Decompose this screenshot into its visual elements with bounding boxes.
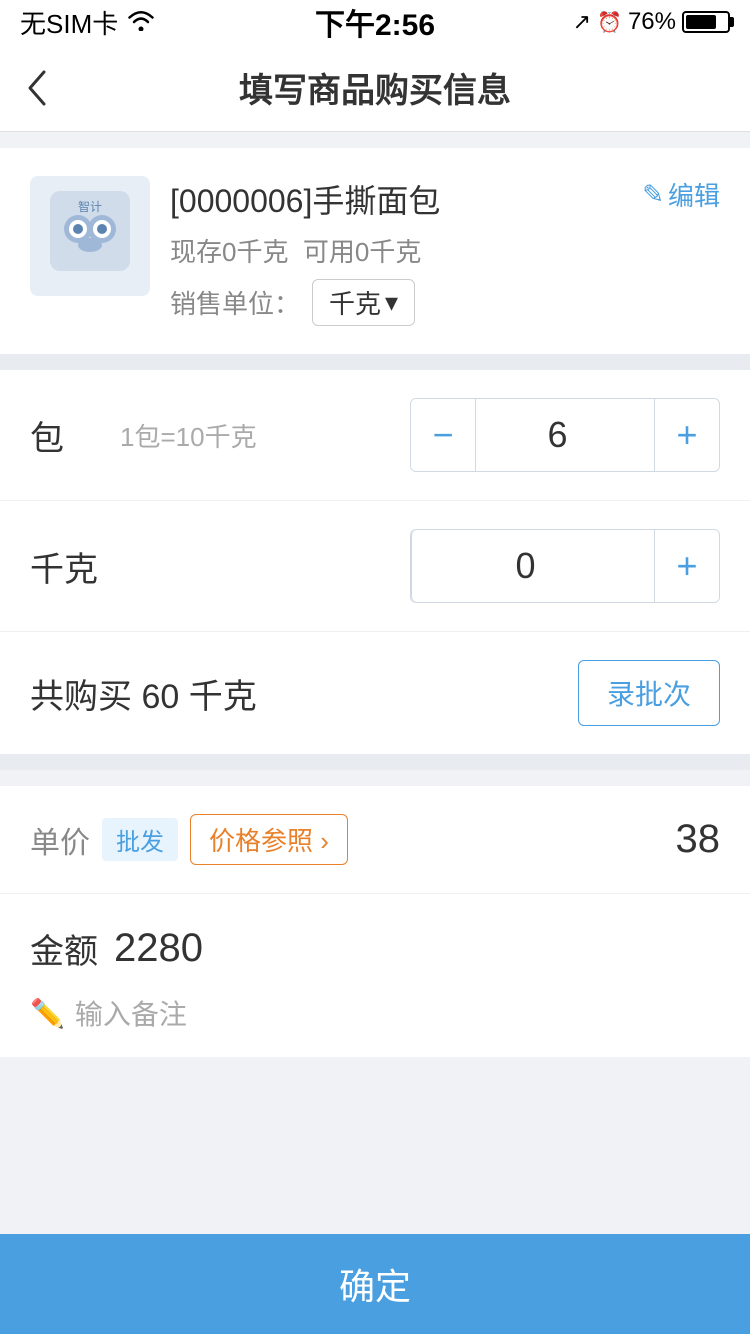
- battery-percent: 76%: [628, 8, 676, 36]
- location-icon: ↗: [573, 9, 591, 35]
- amount-section: 金额 2280 ✏️ 输入备注: [0, 894, 750, 1057]
- status-left: 无SIM卡: [20, 4, 156, 41]
- price-value: 38: [676, 817, 721, 862]
- pack-input[interactable]: [475, 399, 655, 471]
- product-image: 智计: [30, 176, 150, 296]
- confirm-label: 确定: [339, 1258, 411, 1310]
- remark-placeholder: 输入备注: [75, 993, 187, 1033]
- pack-label: 包: [30, 411, 110, 460]
- kg-input-controls: +: [410, 529, 720, 603]
- kg-increment-button[interactable]: +: [655, 530, 719, 602]
- chevron-down-icon: ▾: [385, 287, 398, 318]
- total-amount: 60: [141, 678, 179, 716]
- edit-button[interactable]: ✎ 编辑: [642, 176, 720, 213]
- status-bar: 无SIM卡 下午2:56 ↗ ⏰ 76%: [0, 0, 750, 44]
- unit-label: 销售单位：: [170, 284, 300, 321]
- form-section: 包 1包=10千克 − + 千克 + 共购买 60 千克 录批次: [0, 370, 750, 754]
- kg-row: 千克 +: [0, 501, 750, 632]
- amount-row: 金额 2280: [30, 924, 720, 973]
- nav-bar: 填写商品购买信息: [0, 44, 750, 132]
- status-time: 下午2:56: [315, 0, 435, 44]
- amount-value: 2280: [114, 926, 203, 971]
- pack-hint: 1包=10千克: [120, 417, 257, 454]
- separator-2: [0, 754, 750, 770]
- product-name: [0000006]手撕面包: [170, 176, 720, 222]
- wifi-icon: [126, 7, 156, 38]
- carrier-text: 无SIM卡: [20, 4, 118, 41]
- confirm-button[interactable]: 确定: [0, 1234, 750, 1334]
- pack-increment-button[interactable]: +: [655, 399, 719, 471]
- main-content: 智计 [0000006]手撕面包 现存0千克 可用0千克 销售单位： 千克 ▾ …: [0, 132, 750, 1234]
- edit-icon: ✎: [642, 179, 664, 210]
- battery-icon: [682, 11, 730, 33]
- status-right: ↗ ⏰ 76%: [573, 8, 730, 36]
- price-row: 单价 批发 价格参照 › 38: [0, 786, 750, 894]
- product-info: [0000006]手撕面包 现存0千克 可用0千克 销售单位： 千克 ▾: [170, 176, 720, 326]
- pack-input-controls: − +: [410, 398, 720, 472]
- price-section: 单价 批发 价格参照 › 38: [0, 786, 750, 894]
- price-tag: 批发: [102, 818, 178, 861]
- page-title: 填写商品购买信息: [239, 63, 511, 112]
- pencil-icon: ✏️: [30, 997, 65, 1030]
- product-unit-row: 销售单位： 千克 ▾: [170, 279, 720, 326]
- price-ref-button[interactable]: 价格参照 ›: [190, 814, 348, 865]
- price-label: 单价: [30, 818, 90, 862]
- amount-label: 金额: [30, 924, 98, 973]
- pack-decrement-button[interactable]: −: [411, 399, 475, 471]
- product-logo: 智计: [50, 191, 130, 281]
- kg-label: 千克: [30, 542, 110, 591]
- unit-select[interactable]: 千克 ▾: [312, 279, 415, 326]
- total-row: 共购买 60 千克 录批次: [0, 632, 750, 754]
- back-button[interactable]: [24, 68, 48, 108]
- svg-text:智计: 智计: [78, 199, 102, 214]
- remark-row[interactable]: ✏️ 输入备注: [30, 989, 720, 1037]
- total-text: 共购买 60 千克: [30, 669, 257, 718]
- alarm-icon: ⏰: [597, 10, 622, 35]
- pack-row: 包 1包=10千克 − +: [0, 370, 750, 501]
- product-card: 智计 [0000006]手撕面包 现存0千克 可用0千克 销售单位： 千克 ▾ …: [0, 148, 750, 354]
- separator-1: [0, 354, 750, 370]
- kg-input[interactable]: [411, 530, 655, 602]
- product-stock: 现存0千克 可用0千克: [170, 232, 720, 269]
- batch-button[interactable]: 录批次: [578, 660, 720, 726]
